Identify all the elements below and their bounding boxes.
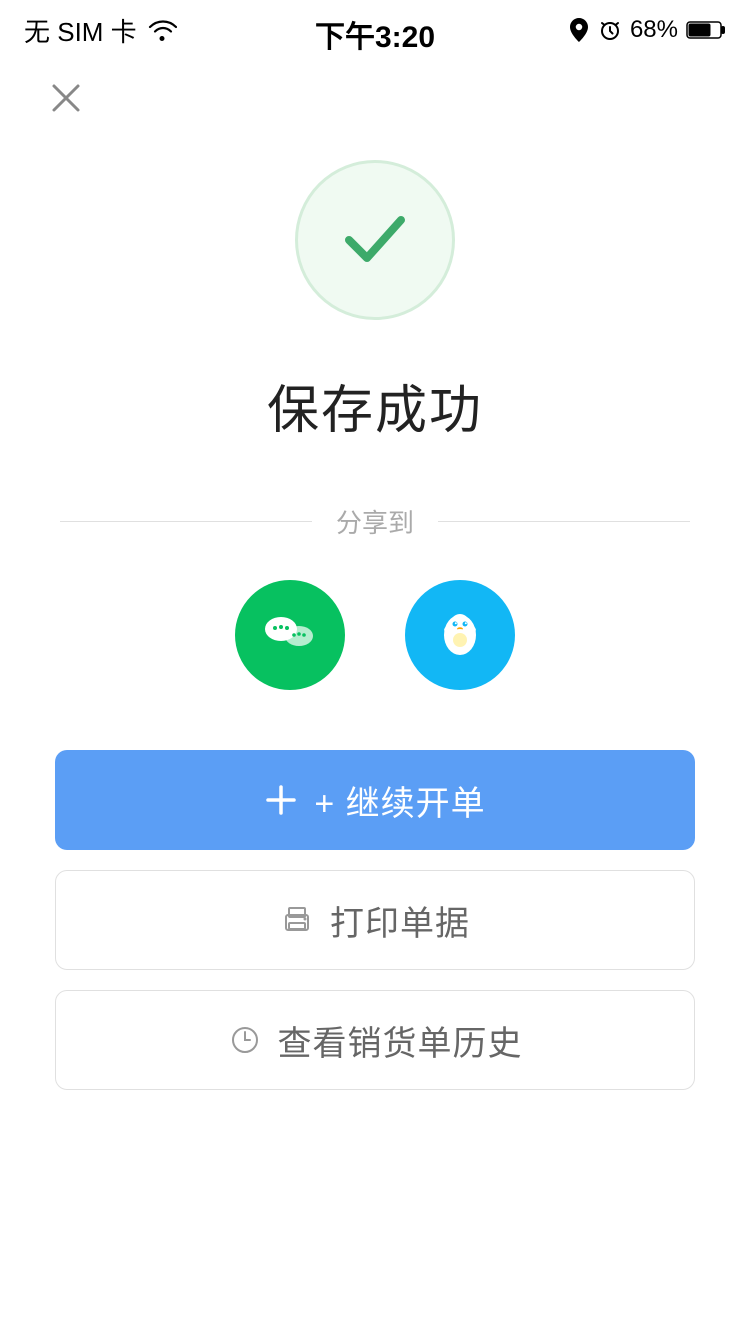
status-bar-right: 68% <box>568 16 726 44</box>
close-icon <box>48 80 84 116</box>
carrier-label: 无 SIM 卡 <box>24 12 137 49</box>
divider-line-left <box>60 521 312 522</box>
continue-order-label: + 继续开单 <box>314 776 485 825</box>
battery-label: 68% <box>630 16 678 44</box>
check-icon <box>335 198 415 283</box>
alarm-icon <box>598 18 622 42</box>
close-button[interactable] <box>40 72 92 124</box>
battery-icon <box>686 20 726 40</box>
qq-icon <box>426 601 494 669</box>
qq-share-button[interactable] <box>405 580 515 690</box>
location-icon <box>568 17 590 43</box>
share-section: 分享到 <box>0 503 750 690</box>
status-bar-time: 下午3:20 <box>315 12 435 56</box>
success-title: 保存成功 <box>267 368 483 443</box>
wechat-share-button[interactable] <box>235 580 345 690</box>
divider-line-right <box>438 521 690 522</box>
plus-icon <box>264 783 298 817</box>
status-bar-left: 无 SIM 卡 <box>24 12 177 49</box>
print-label: 打印单据 <box>330 896 470 945</box>
share-divider: 分享到 <box>0 503 750 540</box>
status-bar: 无 SIM 卡 下午3:20 68% <box>0 0 750 60</box>
wechat-icon <box>256 601 324 669</box>
history-icon <box>228 1023 262 1057</box>
history-button[interactable]: 查看销货单历史 <box>55 990 695 1090</box>
history-label: 查看销货单历史 <box>278 1016 523 1065</box>
printer-icon <box>280 903 314 937</box>
success-circle <box>295 160 455 320</box>
continue-order-button[interactable]: + 继续开单 <box>55 750 695 850</box>
share-label: 分享到 <box>312 503 438 540</box>
share-icons <box>235 580 515 690</box>
action-buttons: + 继续开单 打印单据 查看销货单历史 <box>55 750 695 1090</box>
print-button[interactable]: 打印单据 <box>55 870 695 970</box>
main-content: 保存成功 分享到 <box>0 60 750 1090</box>
wifi-icon <box>147 19 177 41</box>
